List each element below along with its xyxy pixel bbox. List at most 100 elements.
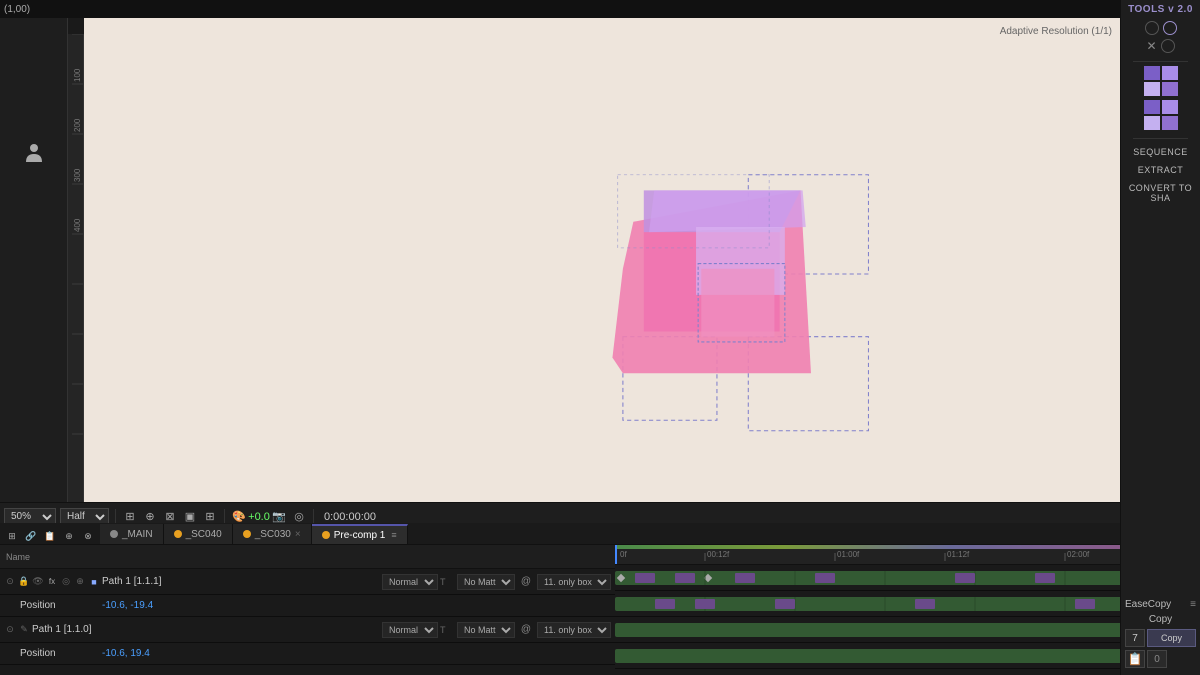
tab-main[interactable]: _MAIN — [100, 524, 164, 544]
timeline-tool-3[interactable]: 📋 — [42, 528, 58, 544]
track-row-2 — [615, 591, 1120, 617]
paste-value: 0 — [1147, 650, 1167, 668]
swatch-grid-2 — [1144, 100, 1178, 130]
playhead[interactable] — [615, 545, 617, 564]
cross-row: ✕ — [1146, 39, 1174, 53]
work-area-bar[interactable] — [615, 545, 1120, 549]
col-name: Name — [4, 552, 32, 562]
swatch-8[interactable] — [1162, 116, 1178, 130]
svg-text:100: 100 — [73, 68, 82, 82]
layer-row-1[interactable]: ⊙ 🔒 👁 fx ◎ ⊕ ■ Path 1 [1.1.1] Normal T N… — [0, 569, 615, 595]
layer-1-icons: ⊙ 🔒 👁 fx ◎ ⊕ ■ — [4, 576, 100, 588]
canvas-area: Adaptive Resolution (1/1) — [84, 18, 1120, 530]
layer-2-icons: ⊙ ✎ — [4, 624, 30, 636]
color-icon[interactable]: ■ — [88, 576, 100, 588]
swatch-5[interactable] — [1144, 100, 1160, 114]
ease-copy-header: EaseCopy ≡ — [1125, 599, 1196, 610]
timeline-tool-1[interactable]: ⊞ — [4, 528, 20, 544]
track-row-3 — [615, 617, 1120, 643]
layer-list: ⊙ 🔒 👁 fx ◎ ⊕ ■ Path 1 [1.1.1] Normal T N… — [0, 569, 615, 675]
timecode-display: 0:00:00:00 — [324, 511, 376, 523]
timeline-tool-5[interactable]: ⊗ — [80, 528, 96, 544]
tab-menu-icon[interactable]: ≡ — [391, 530, 396, 540]
lock-icon-2[interactable]: ✎ — [18, 624, 30, 636]
swatch-4[interactable] — [1162, 82, 1178, 96]
top-bar: (1,00) — [0, 0, 1200, 18]
track-2-svg — [615, 591, 1120, 617]
layer-row-2[interactable]: ⊙ ✎ Path 1 [1.1.0] Normal T No Matt @ 11… — [0, 617, 615, 643]
person-icon-btn[interactable] — [0, 138, 67, 166]
position-value-1: -10.6, -19.4 — [102, 600, 153, 611]
swatch-3[interactable] — [1144, 82, 1160, 96]
layer-1-matte[interactable]: No Matt — [457, 574, 515, 590]
layer-2-name: Path 1 [1.1.0] — [32, 624, 380, 635]
canvas-shapes — [84, 18, 1120, 530]
timeline-tool-2[interactable]: 🔗 — [23, 528, 39, 544]
left-sidebar — [0, 18, 68, 530]
tools-title: TOOLS v 2.0 — [1128, 4, 1193, 15]
track-row-4 — [615, 643, 1120, 669]
sequence-btn[interactable]: SEQUENCE — [1121, 143, 1200, 161]
svg-text:300: 300 — [73, 168, 82, 182]
v-ruler-svg: 100 200 300 400 — [68, 34, 83, 530]
position-label-2: Position — [20, 648, 100, 659]
motion-icon[interactable]: ◎ — [60, 576, 72, 588]
solo-icon[interactable]: ⊙ — [4, 576, 16, 588]
timeline-area: Name Mode T Track Matte Parent & Link ⊙ … — [0, 545, 1120, 675]
ease-copy-field[interactable]: 7 — [1125, 629, 1145, 647]
swatch-6[interactable] — [1162, 100, 1178, 114]
circle-3[interactable] — [1161, 39, 1175, 53]
convert-btn[interactable]: CONVERT TO SHA — [1121, 179, 1200, 207]
tab-label-precomp1: Pre-comp 1 — [334, 530, 386, 541]
tab-sc030[interactable]: _SC030 × — [233, 524, 312, 544]
position-label-1: Position — [20, 600, 100, 611]
svg-text:02:00f: 02:00f — [1067, 550, 1090, 559]
fx-icon[interactable]: fx — [46, 576, 58, 588]
timeline-tracks: 0f 00:12f 01:00f 01:12f 02:00f 02:12f 03… — [615, 545, 1120, 675]
tab-precomp1[interactable]: Pre-comp 1 ≡ — [312, 524, 408, 544]
swatch-2[interactable] — [1162, 66, 1178, 80]
ease-copy-copy-btn[interactable]: Copy — [1147, 629, 1196, 647]
paste-icon[interactable]: 📋 — [1125, 650, 1145, 668]
rp-divider-1 — [1133, 61, 1188, 62]
ease-copy-row-2: 📋 0 — [1125, 650, 1196, 668]
track-3-svg — [615, 617, 1120, 643]
layer-2-mode[interactable]: Normal — [382, 622, 438, 638]
blend-icon[interactable]: ⊕ — [74, 576, 86, 588]
layer-1-mode[interactable]: Normal — [382, 574, 438, 590]
timeline-tool-4[interactable]: ⊕ — [61, 528, 77, 544]
tab-color-main — [110, 530, 118, 538]
swatch-7[interactable] — [1144, 116, 1160, 130]
svg-text:01:12f: 01:12f — [947, 550, 970, 559]
solo-icon-2[interactable]: ⊙ — [4, 624, 16, 636]
svg-text:0f: 0f — [620, 550, 627, 559]
lock-icon[interactable]: 🔒 — [18, 576, 30, 588]
layer-1-parent[interactable]: 11. only box — [537, 574, 611, 590]
circle-1[interactable] — [1145, 21, 1159, 35]
swatch-1[interactable] — [1144, 66, 1160, 80]
circle-row-1 — [1145, 21, 1177, 35]
track-4-svg — [615, 643, 1120, 669]
position-value-2: -10.6, 19.4 — [102, 648, 150, 659]
tab-label-sc040: _SC040 — [186, 529, 222, 540]
ease-copy-title: EaseCopy — [1125, 599, 1171, 610]
layer-2-parent[interactable]: 11. only box — [537, 622, 611, 638]
circle-2[interactable] — [1163, 21, 1177, 35]
layer-2-matte[interactable]: No Matt — [457, 622, 515, 638]
ease-copy-copy-label: Copy — [1125, 614, 1196, 625]
tab-sc040[interactable]: _SC040 — [164, 524, 233, 544]
rp-divider-2 — [1133, 138, 1188, 139]
tab-close-sc030[interactable]: × — [295, 529, 301, 540]
person-icon — [22, 140, 46, 164]
timeline-ruler: 0f 00:12f 01:00f 01:12f 02:00f 02:12f 03… — [615, 545, 1120, 565]
ease-copy-row-1: 7 Copy — [1125, 629, 1196, 647]
tab-color-sc040 — [174, 530, 182, 538]
shy-icon[interactable]: 👁 — [32, 576, 44, 588]
tab-label-sc030: _SC030 — [255, 529, 291, 540]
track-row-1 — [615, 565, 1120, 591]
coords-label: (1,00) — [4, 4, 30, 15]
svg-text:01:00f: 01:00f — [837, 550, 860, 559]
layer-2-position-row: Position -10.6, 19.4 — [0, 643, 615, 665]
ease-copy-menu-icon[interactable]: ≡ — [1190, 599, 1196, 610]
extract-btn[interactable]: EXTRACT — [1121, 161, 1200, 179]
